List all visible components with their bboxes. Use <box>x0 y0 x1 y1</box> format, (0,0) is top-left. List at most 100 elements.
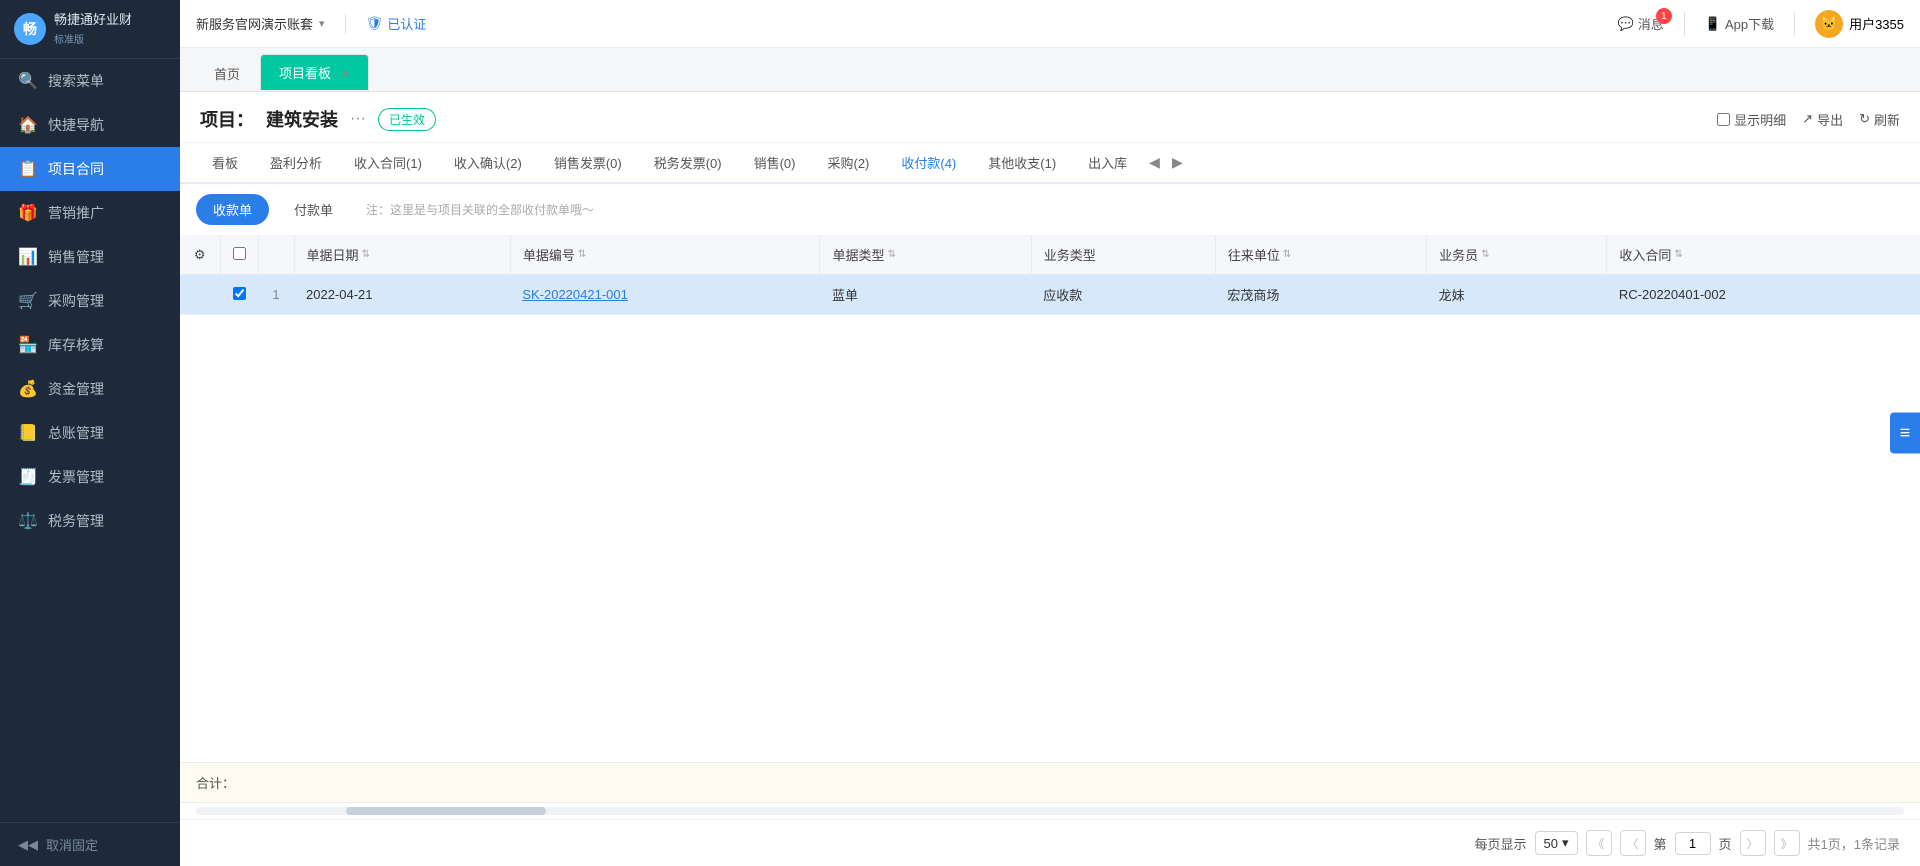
sub-tab-kanban[interactable]: 看板 <box>196 143 254 184</box>
table-row[interactable]: 1 2022-04-21 SK-20220421-001 蓝单 应收款 宏茂商场… <box>180 275 1920 315</box>
tab-project-board[interactable]: 项目看板 ✕ <box>260 54 369 91</box>
sort-icon: ⇅ <box>1481 249 1489 260</box>
page-size-label: 每页显示 <box>1474 834 1526 853</box>
sub-tab-tax-invoice[interactable]: 税务发票(0) <box>638 143 738 184</box>
td-biz-type: 应收款 <box>1031 275 1215 315</box>
sidebar-item-label: 库存核算 <box>48 335 104 355</box>
sidebar-item-tax[interactable]: ⚖️ 税务管理 <box>0 499 180 543</box>
page-unit: 页 <box>1719 834 1732 853</box>
tab-project-board-label: 项目看板 <box>279 66 331 81</box>
right-float-button[interactable]: ≡ <box>1890 413 1920 454</box>
page-last-icon: 》 <box>1781 835 1793 852</box>
sub-tab-warehouse[interactable]: 出入库 <box>1072 143 1143 184</box>
ledger-icon: 📒 <box>18 423 38 443</box>
unpin-button[interactable]: ◀◀ 取消固定 <box>0 822 180 866</box>
topbar-divider <box>1684 12 1685 36</box>
sub-tab-profit[interactable]: 盈利分析 <box>254 143 338 184</box>
th-date[interactable]: 单据日期 ⇅ <box>294 235 510 275</box>
tab-close-icon[interactable]: ✕ <box>341 69 350 81</box>
tax-icon: ⚖️ <box>18 511 38 531</box>
topbar-right: 💬 消息 1 📱 App下载 🐱 用户3355 <box>1618 10 1904 38</box>
more-icon[interactable]: ··· <box>350 110 366 128</box>
user-menu[interactable]: 🐱 用户3355 <box>1815 10 1904 38</box>
sidebar-item-invoice[interactable]: 🧾 发票管理 <box>0 455 180 499</box>
invoice-icon: 🧾 <box>18 467 38 487</box>
export-button[interactable]: ↗ 导出 <box>1802 110 1843 129</box>
td-partner: 宏茂商场 <box>1215 275 1426 315</box>
logo-char: 畅 <box>23 19 37 39</box>
purchase-icon: 🛒 <box>18 291 38 311</box>
home-icon: 🏠 <box>18 115 38 135</box>
export-label: 导出 <box>1817 110 1843 129</box>
sidebar-item-label: 营销推广 <box>48 203 104 223</box>
sidebar-item-label: 采购管理 <box>48 291 104 311</box>
project-header: 项目：建筑安装 ··· 已生效 显示明细 ↗ 导出 ↻ 刷新 <box>180 92 1920 143</box>
avatar: 🐱 <box>1815 10 1843 38</box>
scrollbar-row <box>180 802 1920 819</box>
receipt-tab-receipt[interactable]: 收款单 <box>196 194 269 225</box>
project-icon: 📋 <box>18 159 38 179</box>
sidebar-item-sales[interactable]: 📊 销售管理 <box>0 235 180 279</box>
th-check[interactable] <box>220 235 258 275</box>
unpin-label: 取消固定 <box>46 835 98 854</box>
receipts-table: ⚙ 单据日期 ⇅ 单据编号 ⇅ <box>180 235 1920 315</box>
message-button[interactable]: 💬 消息 1 <box>1618 14 1664 33</box>
sub-tab-receipts[interactable]: 收付款(4) <box>885 143 972 184</box>
show-detail-label: 显示明细 <box>1734 110 1786 129</box>
sidebar-item-search[interactable]: 🔍 搜索菜单 <box>0 59 180 103</box>
page-input[interactable] <box>1675 832 1711 855</box>
select-all-checkbox[interactable] <box>233 247 246 260</box>
td-actions <box>180 275 220 315</box>
row-checkbox[interactable] <box>233 287 246 300</box>
th-salesperson[interactable]: 业务员 ⇅ <box>1427 235 1607 275</box>
sub-tab-prev-nav[interactable]: ◀ <box>1143 144 1166 181</box>
sidebar-item-purchase[interactable]: 🛒 采购管理 <box>0 279 180 323</box>
sub-tab-label: 采购(2) <box>827 156 869 171</box>
sidebar-item-label: 项目合同 <box>48 159 104 179</box>
sub-tab-income-confirm[interactable]: 收入确认(2) <box>438 143 538 184</box>
th-type[interactable]: 单据类型 ⇅ <box>820 235 1031 275</box>
sort-icon: ⇅ <box>887 249 895 260</box>
page-size-select[interactable]: 50 ▾ <box>1535 831 1578 855</box>
sales-icon: 📊 <box>18 247 38 267</box>
sidebar-item-ledger[interactable]: 📒 总账管理 <box>0 411 180 455</box>
sub-tab-other-expense[interactable]: 其他收支(1) <box>972 143 1072 184</box>
td-code[interactable]: SK-20220421-001 <box>510 275 820 315</box>
th-code[interactable]: 单据编号 ⇅ <box>510 235 820 275</box>
sub-tab-next-nav[interactable]: ▶ <box>1166 144 1189 181</box>
th-income-contract[interactable]: 收入合同 ⇅ <box>1607 235 1920 275</box>
th-partner[interactable]: 往来单位 ⇅ <box>1215 235 1426 275</box>
page-first-button[interactable]: 《 <box>1586 830 1612 856</box>
sub-tab-sales[interactable]: 销售(0) <box>738 143 812 184</box>
sub-tab-income-contract[interactable]: 收入合同(1) <box>338 143 438 184</box>
tab-home[interactable]: 首页 <box>196 56 258 91</box>
sub-tab-sales-invoice[interactable]: 销售发票(0) <box>538 143 638 184</box>
sub-tab-label: 看板 <box>212 156 238 171</box>
page-prev-button[interactable]: 〈 <box>1620 830 1646 856</box>
show-detail-input[interactable] <box>1717 113 1730 126</box>
sub-tab-label: 销售发票(0) <box>554 156 622 171</box>
project-title: 建筑安装 <box>266 106 338 132</box>
td-check[interactable] <box>220 275 258 315</box>
fake-scrollbar[interactable] <box>196 807 1904 815</box>
page-next-button[interactable]: 〉 <box>1740 830 1766 856</box>
app-logo: 畅 <box>14 13 46 45</box>
topbar-project: 新服务官网演示账套 ▾ <box>196 14 325 33</box>
sidebar-item-inventory[interactable]: 🏪 库存核算 <box>0 323 180 367</box>
scrollbar-thumb[interactable] <box>346 807 546 815</box>
topbar-dropdown-icon[interactable]: ▾ <box>319 17 325 30</box>
page-last-button[interactable]: 》 <box>1774 830 1800 856</box>
refresh-button[interactable]: ↻ 刷新 <box>1859 110 1900 129</box>
th-gear[interactable]: ⚙ <box>180 235 220 275</box>
sidebar-item-marketing[interactable]: 🎁 营销推广 <box>0 191 180 235</box>
show-detail-checkbox[interactable]: 显示明细 <box>1717 110 1786 129</box>
receipt-tab-payment[interactable]: 付款单 <box>277 194 350 225</box>
td-code-link[interactable]: SK-20220421-001 <box>522 287 628 302</box>
sidebar-item-funds[interactable]: 💰 资金管理 <box>0 367 180 411</box>
sidebar-item-quick-nav[interactable]: 🏠 快捷导航 <box>0 103 180 147</box>
project-actions: 显示明细 ↗ 导出 ↻ 刷新 <box>1717 110 1900 129</box>
message-icon: 💬 <box>1618 16 1634 32</box>
app-download-button[interactable]: 📱 App下载 <box>1705 14 1774 33</box>
sidebar-item-project-contract[interactable]: 📋 项目合同 <box>0 147 180 191</box>
sub-tab-purchase[interactable]: 采购(2) <box>811 143 885 184</box>
